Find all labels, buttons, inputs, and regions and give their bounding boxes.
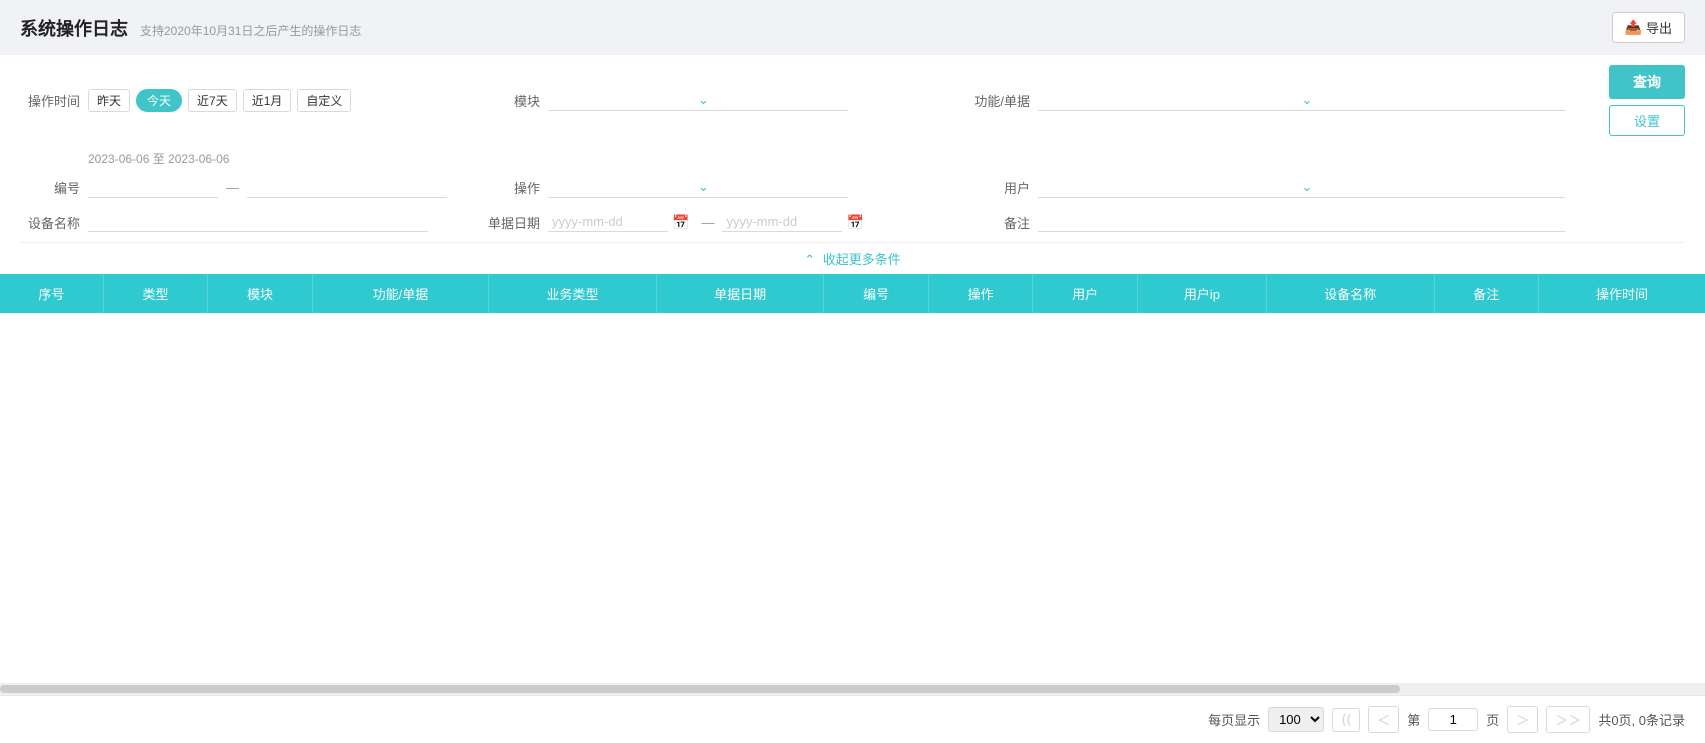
prev-page-button[interactable]: ＜ (1368, 706, 1399, 733)
module-filter-col: 模块 ⌄ (480, 90, 960, 111)
export-icon: 📤 (1625, 19, 1642, 36)
page-size-select[interactable]: 100 50 200 (1268, 707, 1324, 732)
next-page-button[interactable]: ＞ (1507, 706, 1538, 733)
function-chevron-icon: ⌄ (1302, 92, 1562, 108)
doc-date-dash: — (701, 215, 714, 230)
user-dropdown[interactable]: ⌄ (1038, 177, 1565, 198)
action-col: 查询 设置 (1565, 65, 1685, 136)
page-header: 系统操作日志 支持2020年10月31日之后产生的操作日志 📤 导出 (0, 0, 1705, 55)
col-op-time: 操作时间 (1539, 274, 1705, 313)
remark-input[interactable] (1038, 212, 1565, 232)
time-btn-7days[interactable]: 近7天 (188, 89, 237, 112)
filter-row-1: 操作时间 昨天 今天 近7天 近1月 自定义 模块 ⌄ 功能/单据 (20, 65, 1685, 136)
date-range-display: 2023-06-06 至 2023-06-06 (88, 150, 1685, 167)
export-label: 导出 (1646, 18, 1672, 37)
collapse-label: 收起更多条件 (823, 252, 901, 267)
module-chevron-icon: ⌄ (698, 92, 844, 108)
id-label: 编号 (20, 178, 80, 197)
calendar-icon-start[interactable]: 📅 (672, 214, 689, 231)
remark-filter-col: 备注 (960, 212, 1565, 232)
col-user-ip: 用户ip (1137, 274, 1266, 313)
user-label: 用户 (960, 178, 1030, 197)
module-label: 模块 (480, 91, 540, 110)
data-table: 序号 类型 模块 功能/单据 业务类型 单据日期 编号 操作 用户 用户ip 设… (0, 274, 1705, 313)
module-dropdown[interactable]: ⌄ (548, 90, 848, 111)
pagination-summary: 共0页, 0条记录 (1598, 710, 1685, 729)
filter-row-2: 编号 — 操作 ⌄ 用户 ⌄ (20, 177, 1685, 198)
function-label: 功能/单据 (960, 91, 1030, 110)
device-label: 设备名称 (20, 213, 80, 232)
page-title: 系统操作日志 (20, 15, 128, 41)
page-subtitle: 支持2020年10月31日之后产生的操作日志 (140, 22, 361, 39)
user-chevron-icon: ⌄ (1302, 179, 1562, 195)
remark-label: 备注 (960, 213, 1030, 232)
function-filter-col: 功能/单据 ⌄ (960, 90, 1565, 111)
horizontal-scrollbar[interactable] (0, 683, 1705, 695)
doc-date-start[interactable] (548, 212, 668, 232)
device-input[interactable] (88, 212, 428, 232)
operation-filter-col: 操作 ⌄ (480, 177, 960, 198)
doc-date-filter-col: 单据日期 📅 — 📅 (480, 212, 960, 232)
time-btn-today[interactable]: 今天 (136, 89, 182, 112)
col-doc-date: 单据日期 (656, 274, 824, 313)
first-page-button[interactable]: ⟨⟨ (1332, 708, 1360, 732)
page-size-label: 每页显示 (1208, 710, 1260, 729)
device-filter-col: 设备名称 (20, 212, 480, 232)
function-dropdown[interactable]: ⌄ (1038, 90, 1565, 111)
col-operation: 操作 (928, 274, 1032, 313)
operation-label: 操作 (480, 178, 540, 197)
pagination-bar: 每页显示 100 50 200 ⟨⟨ ＜ 第 页 ＞ ＞＞ 共0页, 0条记录 (0, 695, 1705, 743)
doc-date-label: 单据日期 (480, 213, 540, 232)
scrollbar-thumb (0, 685, 1400, 693)
col-function: 功能/单据 (312, 274, 488, 313)
id-input-end[interactable] (247, 178, 447, 198)
operation-dropdown[interactable]: ⌄ (548, 177, 848, 198)
col-remark: 备注 (1434, 274, 1538, 313)
col-id: 编号 (824, 274, 928, 313)
time-label: 操作时间 (20, 91, 80, 110)
id-filter-col: 编号 — (20, 178, 480, 198)
calendar-icon-end[interactable]: 📅 (846, 214, 863, 231)
id-dash: — (226, 180, 239, 195)
table-header-row: 序号 类型 模块 功能/单据 业务类型 单据日期 编号 操作 用户 用户ip 设… (0, 274, 1705, 313)
doc-date-end[interactable] (722, 212, 842, 232)
page-unit: 页 (1486, 710, 1499, 729)
last-page-button[interactable]: ＞＞ (1546, 706, 1590, 733)
col-module: 模块 (208, 274, 312, 313)
filter-section: 操作时间 昨天 今天 近7天 近1月 自定义 模块 ⌄ 功能/单据 (0, 55, 1705, 274)
col-device: 设备名称 (1266, 274, 1434, 313)
time-btn-custom[interactable]: 自定义 (297, 89, 351, 112)
settings-button[interactable]: 设置 (1609, 105, 1685, 136)
table-wrapper: 序号 类型 模块 功能/单据 业务类型 单据日期 编号 操作 用户 用户ip 设… (0, 274, 1705, 683)
export-button[interactable]: 📤 导出 (1612, 12, 1685, 43)
time-btn-1month[interactable]: 近1月 (243, 89, 292, 112)
time-btn-yesterday[interactable]: 昨天 (88, 89, 130, 112)
time-filter-col: 操作时间 昨天 今天 近7天 近1月 自定义 (20, 89, 480, 112)
id-input-start[interactable] (88, 178, 218, 198)
user-filter-col: 用户 ⌄ (960, 177, 1565, 198)
col-user: 用户 (1033, 274, 1137, 313)
filter-row-3: 设备名称 单据日期 📅 — 📅 备注 (20, 212, 1685, 232)
col-type: 类型 (103, 274, 207, 313)
time-filter-group: 昨天 今天 近7天 近1月 自定义 (88, 89, 351, 112)
operation-chevron-icon: ⌄ (698, 179, 844, 195)
col-biz-type: 业务类型 (489, 274, 657, 313)
collapse-chevron-icon: ⌃ (804, 252, 815, 267)
page-label: 第 (1407, 710, 1420, 729)
collapse-bar[interactable]: ⌃ 收起更多条件 (20, 242, 1685, 274)
page-input[interactable] (1428, 708, 1478, 731)
col-index: 序号 (0, 274, 103, 313)
query-button[interactable]: 查询 (1609, 65, 1685, 99)
